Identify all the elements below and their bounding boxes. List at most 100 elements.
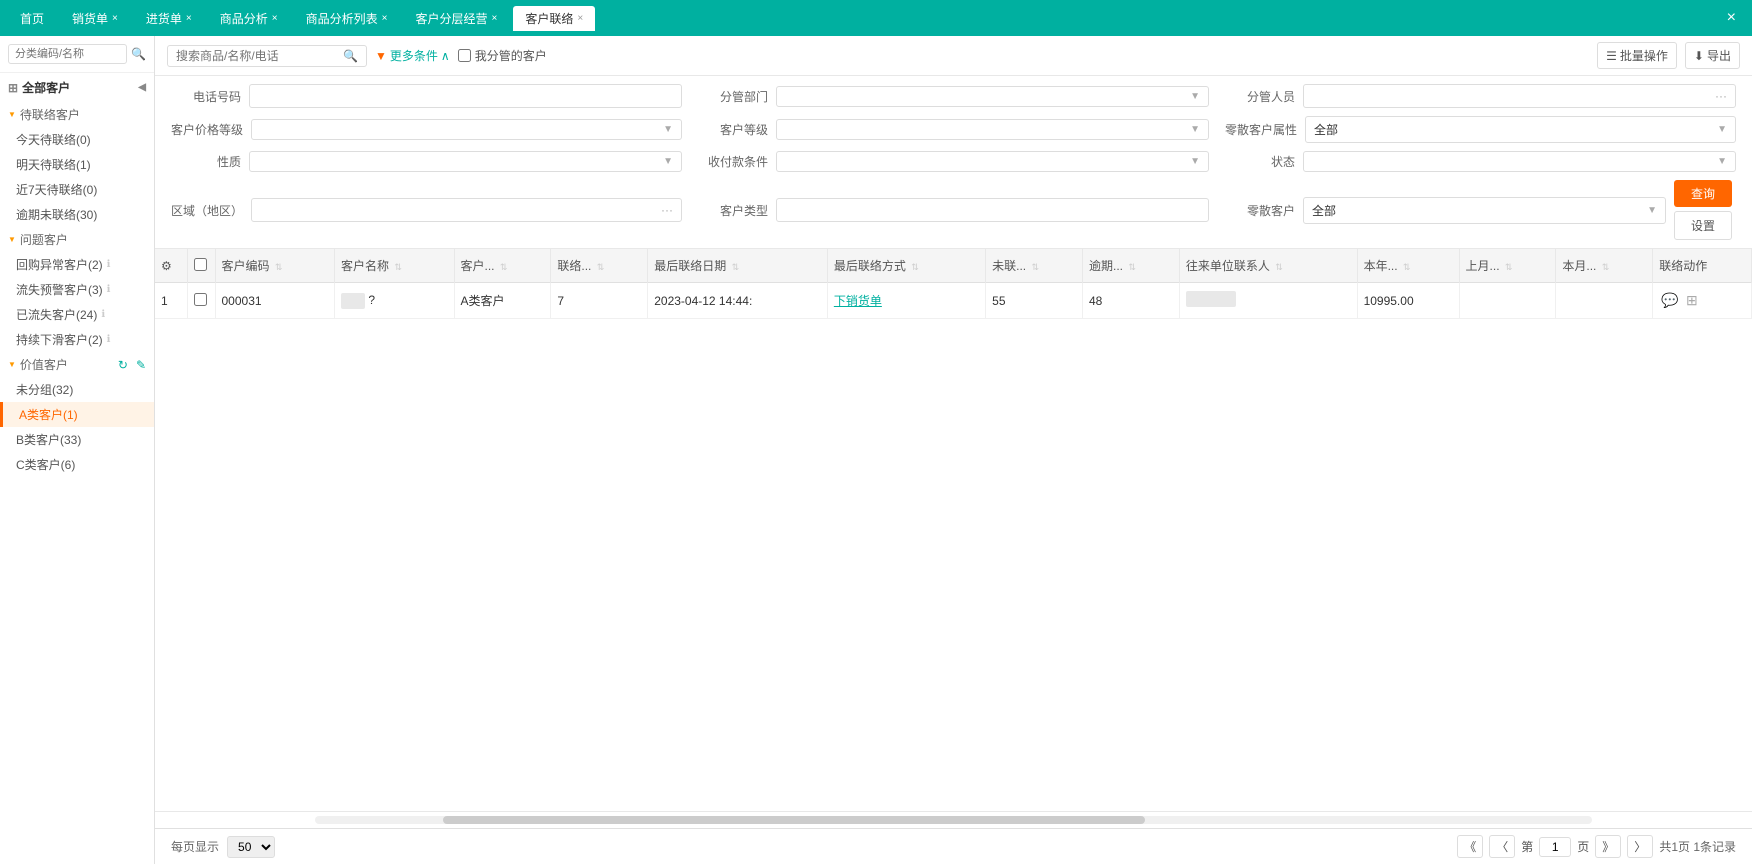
row-unit-contact — [1179, 283, 1357, 319]
col-this-year[interactable]: 本年... ⇅ — [1357, 249, 1459, 283]
page-size-select[interactable]: 50 — [227, 836, 275, 858]
col-last-month[interactable]: 上月... ⇅ — [1459, 249, 1556, 283]
filter-input-customer-type[interactable] — [776, 198, 1209, 222]
table-header-row: ⚙ 客户编码 ⇅ 客户名称 ⇅ — [155, 249, 1752, 283]
sidebar-item-b-class[interactable]: B类客户(33) — [0, 427, 154, 452]
tab-product-analysis[interactable]: 商品分析 × — [208, 6, 290, 31]
settings-button[interactable]: 设置 — [1674, 211, 1732, 240]
nav-home[interactable]: 首页 — [8, 6, 56, 31]
tab-purchase-order[interactable]: 进货单 × — [134, 6, 204, 31]
close-all-tabs-icon[interactable]: × — [1719, 9, 1744, 27]
sidebar-item-churned[interactable]: 已流失客户(24) ℹ — [0, 302, 154, 327]
filter-select-scatter[interactable]: 全部 ▼ — [1303, 197, 1666, 224]
filter-row-nature: 性质 ▼ — [171, 151, 682, 172]
sidebar-item-a-class-label: A类客户(1) — [19, 406, 78, 423]
export-button[interactable]: ⬇ 导出 — [1685, 42, 1740, 69]
prev-page-button[interactable]: 〈 — [1489, 835, 1515, 858]
row-last-way-link[interactable]: 下销货单 — [834, 294, 882, 308]
col-last-way[interactable]: 最后联络方式 ⇅ — [827, 249, 985, 283]
sidebar-item-today[interactable]: 今天待联络(0) — [0, 127, 154, 152]
tab-customer-tier-close-icon[interactable]: × — [491, 13, 497, 24]
my-customers-checkbox[interactable] — [458, 49, 471, 62]
info-icon-churn-warning: ℹ — [107, 284, 111, 295]
filter-row-region: 区域（地区） ··· — [171, 180, 682, 240]
row-action-grid-icon[interactable]: ⊞ — [1686, 292, 1698, 308]
sidebar-item-a-class[interactable]: A类客户(1) — [0, 402, 154, 427]
col-no-contact[interactable]: 未联... ⇅ — [986, 249, 1083, 283]
filter-more-conditions[interactable]: ▼ 更多条件 ∧ — [375, 47, 450, 64]
filter-select-nature[interactable]: ▼ — [249, 151, 682, 172]
sidebar-item-tomorrow[interactable]: 明天待联络(1) — [0, 152, 154, 177]
sidebar-search-icon[interactable]: 🔍 — [131, 47, 146, 61]
tab-sales-close-icon[interactable]: × — [112, 13, 118, 24]
page-input[interactable] — [1539, 837, 1571, 857]
value-refresh-icon[interactable]: ↻ — [118, 358, 128, 372]
top-nav: 首页 销货单 × 进货单 × 商品分析 × 商品分析列表 × 客户分层经营 × … — [0, 0, 1752, 36]
select-all-checkbox[interactable] — [194, 258, 207, 271]
filter-select-dept[interactable]: ▼ — [776, 86, 1209, 107]
tab-product-analysis-list[interactable]: 商品分析列表 × — [294, 6, 400, 31]
filter-label-region: 区域（地区） — [171, 202, 243, 219]
col-contact[interactable]: 联络... ⇅ — [551, 249, 648, 283]
col-overdue[interactable]: 逾期... ⇅ — [1083, 249, 1180, 283]
sidebar-search-input[interactable] — [8, 44, 127, 64]
row-name: ? — [335, 283, 455, 319]
filter-select-region[interactable]: ··· — [251, 198, 682, 222]
sidebar-item-declining[interactable]: 持续下滑客户(2) ℹ — [0, 327, 154, 352]
batch-op-label: 批量操作 — [1620, 47, 1668, 64]
sidebar-all-customers[interactable]: ⊞ 全部客户 ◀ — [0, 73, 154, 102]
tab-customer-contact-close-icon[interactable]: × — [577, 13, 583, 24]
sidebar-item-overdue[interactable]: 逾期未联络(30) — [0, 202, 154, 227]
tab-customer-tier[interactable]: 客户分层经营 × — [403, 6, 509, 31]
col-code[interactable]: 客户编码 ⇅ — [215, 249, 335, 283]
filter-select-person[interactable]: ··· — [1303, 84, 1736, 108]
filter-label-status: 状态 — [1225, 153, 1295, 170]
row-this-month — [1556, 283, 1653, 319]
filter-select-status[interactable]: ▼ — [1303, 151, 1736, 172]
tab-purchase-close-icon[interactable]: × — [186, 13, 192, 24]
filter-label-payment: 收付款条件 — [698, 153, 768, 170]
next-page-button[interactable]: 》 — [1595, 835, 1621, 858]
first-page-button[interactable]: 《 — [1457, 835, 1483, 858]
sidebar-item-7days[interactable]: 近7天待联络(0) — [0, 177, 154, 202]
tab-customer-contact[interactable]: 客户联络 × — [513, 6, 595, 31]
col-last-date[interactable]: 最后联络日期 ⇅ — [648, 249, 828, 283]
filter-search-icon[interactable]: 🔍 — [343, 49, 358, 63]
sidebar-item-repurchase-label: 回购异常客户(2) — [16, 256, 103, 273]
col-settings[interactable]: ⚙ — [155, 249, 187, 283]
tab-sales-order[interactable]: 销货单 × — [60, 6, 130, 31]
filter-select-customer-level[interactable]: ▼ — [776, 119, 1209, 140]
tab-product-analysis-close-icon[interactable]: × — [272, 13, 278, 24]
row-action-chat-icon[interactable]: 💬 — [1661, 292, 1678, 308]
tab-product-analysis-label: 商品分析 — [220, 10, 268, 27]
value-edit-icon[interactable]: ✎ — [136, 358, 146, 372]
row-select-checkbox[interactable] — [194, 293, 207, 306]
settings-icon[interactable]: ⚙ — [161, 259, 172, 273]
sidebar-collapse-icon[interactable]: ◀ — [138, 82, 146, 93]
filter-row-customer-level: 客户等级 ▼ — [698, 116, 1209, 143]
sidebar-item-repurchase[interactable]: 回购异常客户(2) ℹ — [0, 252, 154, 277]
sidebar-item-c-class[interactable]: C类客户(6) — [0, 452, 154, 477]
col-this-month[interactable]: 本月... ⇅ — [1556, 249, 1653, 283]
scroll-thumb[interactable] — [443, 816, 1145, 824]
filter-select-payment[interactable]: ▼ — [776, 151, 1209, 172]
col-type[interactable]: 客户... ⇅ — [454, 249, 551, 283]
batch-op-button[interactable]: ☰ 批量操作 — [1597, 42, 1677, 69]
query-button[interactable]: 查询 — [1674, 180, 1732, 207]
filter-input-phone[interactable] — [249, 84, 682, 108]
filter-select-scatter-attr[interactable]: 全部 ▼ — [1305, 116, 1736, 143]
last-page-button[interactable]: 〉 — [1627, 835, 1653, 858]
filter-select-price-level[interactable]: ▼ — [251, 119, 682, 140]
horizontal-scrollbar — [155, 811, 1752, 828]
filter-label-customer-level: 客户等级 — [698, 121, 768, 138]
col-unit-contact[interactable]: 往来单位联系人 ⇅ — [1179, 249, 1357, 283]
sidebar-item-churn-warning[interactable]: 流失预警客户(3) ℹ — [0, 277, 154, 302]
filter-label-phone: 电话号码 — [171, 88, 241, 105]
my-customers-filter[interactable]: 我分管的客户 — [458, 47, 547, 64]
filter-icon: ▼ — [375, 49, 387, 63]
sidebar-item-ungroup[interactable]: 未分组(32) — [0, 377, 154, 402]
filter-label-scatter-attr: 零散客户属性 — [1225, 121, 1297, 138]
col-name[interactable]: 客户名称 ⇅ — [335, 249, 455, 283]
tab-product-analysis-list-close-icon[interactable]: × — [382, 13, 388, 24]
filter-search-input[interactable] — [176, 49, 339, 63]
